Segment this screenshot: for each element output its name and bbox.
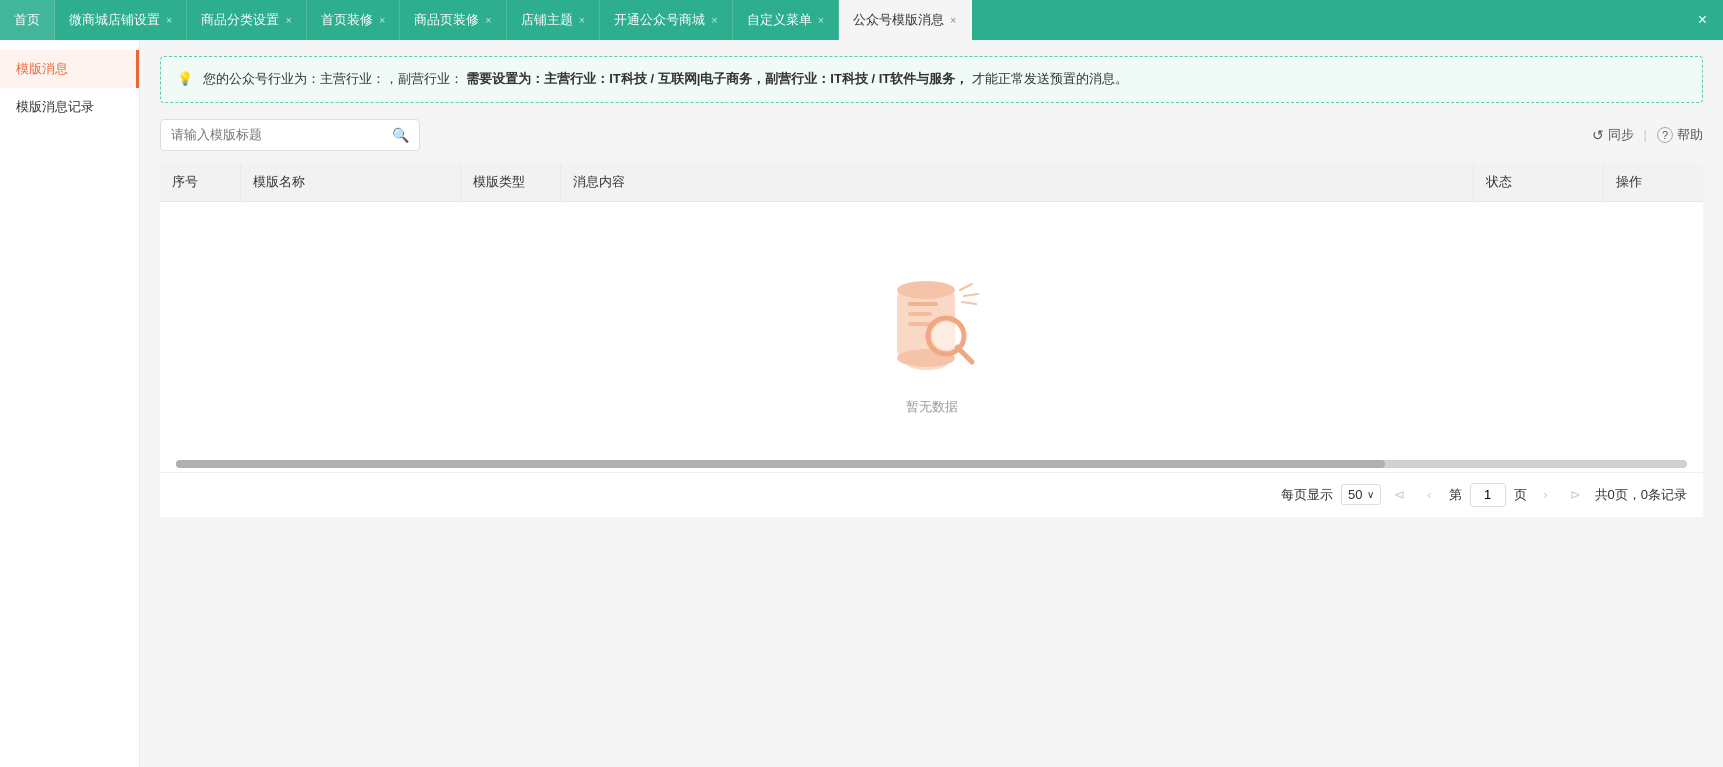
page-size-select[interactable]: 50 ∨: [1341, 484, 1380, 505]
nav-tab-home-decor-label: 首页装修: [321, 11, 373, 29]
notice-prefix-text: 您的公众号行业为：主营行业：，副营行业：: [203, 71, 463, 86]
toolbar-divider: |: [1644, 127, 1647, 142]
nav-tab-home[interactable]: 首页: [0, 0, 55, 40]
nav-tab-home-decor[interactable]: 首页装修 ×: [307, 0, 400, 40]
help-icon: ?: [1657, 127, 1673, 143]
empty-illustration-svg: [872, 262, 992, 382]
nav-tab-shop-theme-label: 店铺主题: [521, 11, 573, 29]
sidebar: 模版消息 模版消息记录: [0, 40, 140, 767]
toolbar-right: ↺ 同步 | ? 帮助: [1592, 126, 1703, 144]
prev-page-button[interactable]: ‹: [1419, 484, 1441, 506]
sidebar-item-template-msg-label: 模版消息: [16, 61, 68, 76]
page-size-value: 50: [1348, 487, 1362, 502]
nav-close-all-button[interactable]: ×: [1682, 11, 1723, 29]
nav-tab-custom-menu-label: 自定义菜单: [747, 11, 812, 29]
nav-tab-product-decor-close-icon[interactable]: ×: [485, 14, 491, 26]
svg-point-9: [932, 322, 960, 350]
nav-tab-open-wechat-shop[interactable]: 开通公众号商城 ×: [600, 0, 732, 40]
search-icon[interactable]: 🔍: [392, 127, 409, 143]
nav-tab-shop-theme[interactable]: 店铺主题 ×: [507, 0, 600, 40]
nav-tab-open-wechat-label: 开通公众号商城: [614, 11, 705, 29]
svg-point-2: [897, 281, 955, 299]
nav-tab-template-message-label: 公众号模版消息: [853, 11, 944, 29]
nav-tab-product-decor[interactable]: 商品页装修 ×: [400, 0, 506, 40]
content-area: 💡 您的公众号行业为：主营行业：，副营行业： 需要设置为：主营行业：IT科技 /…: [140, 40, 1723, 767]
svg-line-10: [960, 284, 972, 290]
svg-rect-4: [908, 302, 938, 306]
sync-button[interactable]: ↺ 同步: [1592, 126, 1634, 144]
search-input-wrap[interactable]: 🔍: [160, 119, 420, 151]
help-button[interactable]: ? 帮助: [1657, 126, 1703, 144]
nav-tab-shop-theme-close-icon[interactable]: ×: [579, 14, 585, 26]
page-size-chevron-icon: ∨: [1367, 489, 1374, 500]
first-page-button[interactable]: ⊲: [1389, 484, 1411, 506]
nav-tab-custom-menu[interactable]: 自定义菜单 ×: [733, 0, 839, 40]
sidebar-item-template-msg-record[interactable]: 模版消息记录: [0, 88, 139, 126]
nav-tab-category-close-icon[interactable]: ×: [285, 14, 291, 26]
col-header-index: 序号: [160, 163, 240, 202]
nav-tab-weshop-setting[interactable]: 微商城店铺设置 ×: [55, 0, 187, 40]
notice-icon: 💡: [177, 71, 193, 86]
nav-tab-custom-menu-close-icon[interactable]: ×: [818, 14, 824, 26]
current-page-input[interactable]: [1470, 483, 1506, 507]
empty-state: 暂无数据: [160, 202, 1703, 456]
col-header-action: 操作: [1603, 163, 1703, 202]
top-nav-bar: 首页 微商城店铺设置 × 商品分类设置 × 首页装修 × 商品页装修 × 店铺主…: [0, 0, 1723, 40]
nav-tab-weshop-close-icon[interactable]: ×: [166, 14, 172, 26]
empty-text: 暂无数据: [906, 398, 958, 416]
notice-banner: 💡 您的公众号行业为：主营行业：，副营行业： 需要设置为：主营行业：IT科技 /…: [160, 56, 1703, 103]
svg-line-11: [964, 294, 978, 296]
sync-label: 同步: [1608, 126, 1634, 144]
page-suffix: 页: [1514, 486, 1527, 504]
nav-tab-home-decor-close-icon[interactable]: ×: [379, 14, 385, 26]
nav-tab-product-decor-label: 商品页装修: [414, 11, 479, 29]
page-label: 第: [1449, 486, 1462, 504]
col-header-status: 状态: [1473, 163, 1603, 202]
sidebar-item-template-msg[interactable]: 模版消息: [0, 50, 139, 88]
table-header-row: 序号 模版名称 模版类型 消息内容 状态 操作: [160, 163, 1703, 202]
search-bar: 🔍 ↺ 同步 | ? 帮助: [160, 119, 1703, 151]
scroll-thumb[interactable]: [176, 460, 1385, 468]
scroll-track-container: [160, 456, 1703, 472]
main-layout: 模版消息 模版消息记录 💡 您的公众号行业为：主营行业：，副营行业： 需要设置为…: [0, 40, 1723, 767]
table-container: 序号 模版名称 模版类型 消息内容 状态 操作: [160, 163, 1703, 517]
last-page-button[interactable]: ⊳: [1565, 484, 1587, 506]
nav-tab-category-setting[interactable]: 商品分类设置 ×: [187, 0, 306, 40]
next-page-button[interactable]: ›: [1535, 484, 1557, 506]
nav-tab-open-wechat-close-icon[interactable]: ×: [711, 14, 717, 26]
svg-line-12: [962, 302, 976, 304]
nav-tab-weshop-label: 微商城店铺设置: [69, 11, 160, 29]
empty-illustration: [872, 262, 992, 382]
nav-tab-category-label: 商品分类设置: [201, 11, 279, 29]
sidebar-item-template-msg-record-label: 模版消息记录: [16, 99, 94, 114]
search-input[interactable]: [171, 127, 392, 142]
help-label: 帮助: [1677, 126, 1703, 144]
nav-tab-template-message-close-icon[interactable]: ×: [950, 14, 956, 26]
data-table: 序号 模版名称 模版类型 消息内容 状态 操作: [160, 163, 1703, 202]
svg-rect-5: [908, 312, 932, 316]
nav-tab-template-message[interactable]: 公众号模版消息 ×: [839, 0, 971, 40]
nav-tab-home-label: 首页: [14, 11, 40, 29]
col-header-type: 模版类型: [460, 163, 560, 202]
total-text: 共0页，0条记录: [1595, 486, 1687, 504]
sync-icon: ↺: [1592, 127, 1604, 143]
notice-suffix-text: 才能正常发送预置的消息。: [972, 71, 1128, 86]
pagination: 每页显示 50 ∨ ⊲ ‹ 第 页 › ⊳ 共0页，0条记录: [160, 472, 1703, 517]
page-size-label: 每页显示: [1281, 486, 1333, 504]
col-header-name: 模版名称: [240, 163, 460, 202]
notice-highlight-text: 需要设置为：主营行业：IT科技 / 互联网|电子商务，副营行业：IT科技 / I…: [466, 71, 968, 86]
scroll-track[interactable]: [176, 460, 1687, 468]
col-header-content: 消息内容: [560, 163, 1473, 202]
